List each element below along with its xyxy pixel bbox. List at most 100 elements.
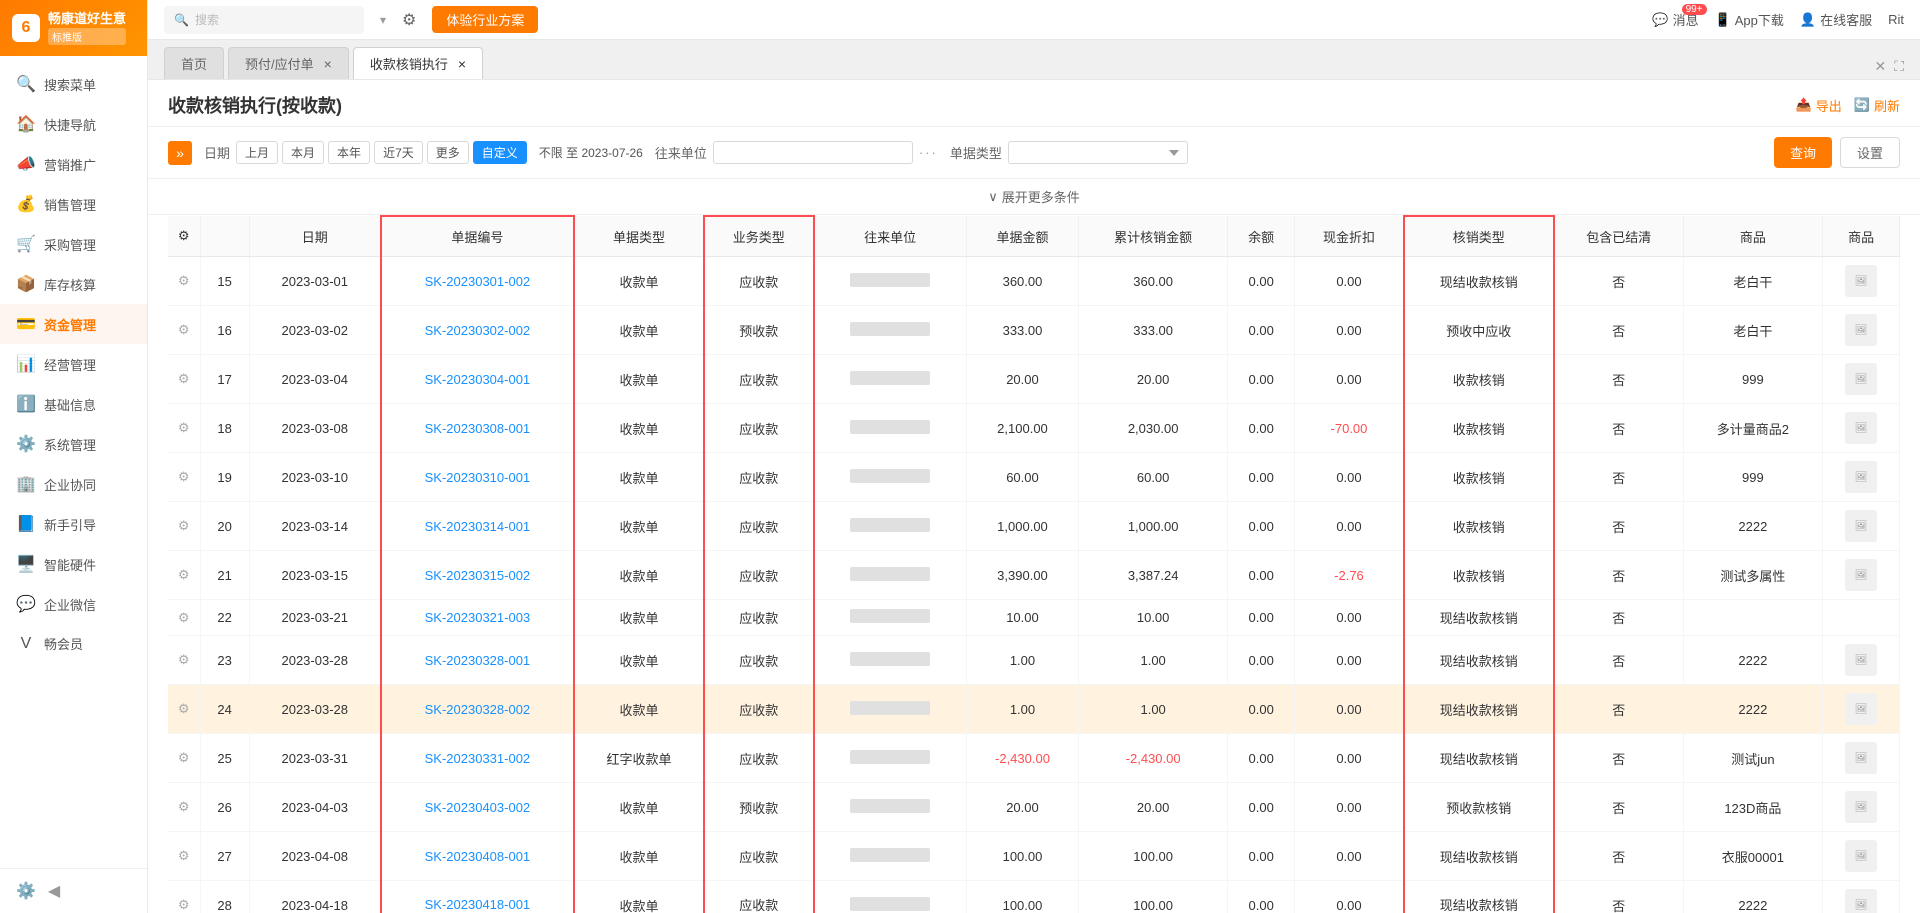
bill-no-link[interactable]: SK-20230418-001 <box>425 897 531 912</box>
dropdown-arrow-icon[interactable]: ▾ <box>380 13 386 27</box>
date-more-btn[interactable]: 更多 <box>427 141 469 164</box>
cell-gear[interactable]: ⚙ <box>168 404 200 453</box>
cell-bill-no: SK-20230328-002 <box>381 685 574 734</box>
cell-index: 21 <box>200 551 249 600</box>
cell-gear[interactable]: ⚙ <box>168 257 200 306</box>
bill-no-link[interactable]: SK-20230304-001 <box>425 372 531 387</box>
gear-icon[interactable]: ⚙ <box>402 10 416 30</box>
bill-no-link[interactable]: SK-20230310-001 <box>425 470 531 485</box>
sidebar-item-member[interactable]: V畅会员 <box>0 624 147 663</box>
refresh-button[interactable]: 🔄 刷新 <box>1854 96 1900 115</box>
cell-gear[interactable]: ⚙ <box>168 453 200 502</box>
filter-toggle-button[interactable]: » <box>168 141 192 165</box>
cell-gear[interactable]: ⚙ <box>168 355 200 404</box>
bill-no-link[interactable]: SK-20230403-002 <box>425 800 531 815</box>
cell-biz-type: 应收款 <box>704 551 814 600</box>
filter-settings-button[interactable]: 设置 <box>1840 137 1900 168</box>
sidebar-item-marketing[interactable]: 📣营销推广 <box>0 144 147 184</box>
sidebar-item-guide[interactable]: 📘新手引导 <box>0 504 147 544</box>
online-service-link[interactable]: 👤 在线客服 <box>1800 10 1872 29</box>
sidebar-item-quicknav[interactable]: 🏠快捷导航 <box>0 104 147 144</box>
sidebar-item-corp[interactable]: 🏢企业协同 <box>0 464 147 504</box>
date-last-month-btn[interactable]: 上月 <box>236 141 278 164</box>
tab-home[interactable]: 首页 <box>164 47 224 79</box>
sidebar-item-inventory[interactable]: 📦库存核算 <box>0 264 147 304</box>
cell-cash-discount: -2.76 <box>1295 551 1404 600</box>
cell-gear[interactable]: ⚙ <box>168 734 200 783</box>
cell-balance: 0.00 <box>1228 881 1295 913</box>
close-all-icon[interactable]: ✕ <box>1874 58 1886 75</box>
cell-cash-discount: 0.00 <box>1295 600 1404 636</box>
sidebar-item-search[interactable]: 🔍搜索菜单 <box>0 64 147 104</box>
cell-gear[interactable]: ⚙ <box>168 636 200 685</box>
sidebar-item-basic[interactable]: ℹ️基础信息 <box>0 384 147 424</box>
expand-more-button[interactable]: ∨ 展开更多条件 <box>148 183 1920 210</box>
sidebar-label-quicknav: 快捷导航 <box>44 115 96 134</box>
cell-gear[interactable]: ⚙ <box>168 551 200 600</box>
cell-partner <box>814 404 967 453</box>
sidebar-item-finance[interactable]: 💳资金管理 <box>0 304 147 344</box>
cell-cancel-type: 现结收款核销 <box>1404 734 1554 783</box>
cell-cancel-type: 现结收款核销 <box>1404 881 1554 913</box>
cell-gear[interactable]: ⚙ <box>168 783 200 832</box>
bill-type-filter-group: 单据类型 <box>950 141 1188 164</box>
bill-no-link[interactable]: SK-20230308-001 <box>425 421 531 436</box>
cell-bill-no: SK-20230328-001 <box>381 636 574 685</box>
sidebar-label-purchase: 采购管理 <box>44 235 96 254</box>
tab-collection[interactable]: 收款核销执行 × <box>353 47 483 79</box>
cell-cancel-type: 现结收款核销 <box>1404 832 1554 881</box>
sidebar-item-hardware[interactable]: 🖥️智能硬件 <box>0 544 147 584</box>
col-header-gear[interactable]: ⚙ <box>168 216 200 257</box>
date-this-year-btn[interactable]: 本年 <box>328 141 370 164</box>
bill-no-link[interactable]: SK-20230328-002 <box>425 702 531 717</box>
bill-no-link[interactable]: SK-20230314-001 <box>425 519 531 534</box>
sidebar: 6 畅康道好生意 标推版 🔍搜索菜单🏠快捷导航📣营销推广💰销售管理🛒采购管理📦库… <box>0 0 148 913</box>
bill-no-link[interactable]: SK-20230328-001 <box>425 653 531 668</box>
messages-button[interactable]: 💬 消息 99+ <box>1652 10 1698 29</box>
cell-gear[interactable]: ⚙ <box>168 685 200 734</box>
cell-gear[interactable]: ⚙ <box>168 832 200 881</box>
query-button[interactable]: 查询 <box>1774 137 1832 168</box>
bill-no-link[interactable]: SK-20230302-002 <box>425 323 531 338</box>
tab-payable[interactable]: 预付/应付单 × <box>228 47 349 79</box>
maximize-icon[interactable]: ⛶ <box>1894 58 1904 75</box>
partner-input[interactable] <box>713 141 913 164</box>
date-7days-btn[interactable]: 近7天 <box>374 141 423 164</box>
cell-bill-no: SK-20230310-001 <box>381 453 574 502</box>
sidebar-item-purchase[interactable]: 🛒采购管理 <box>0 224 147 264</box>
bill-no-link[interactable]: SK-20230321-003 <box>425 610 531 625</box>
bill-no-link[interactable]: SK-20230315-002 <box>425 568 531 583</box>
cell-include-settled: 否 <box>1554 404 1683 453</box>
sidebar-item-system[interactable]: ⚙️系统管理 <box>0 424 147 464</box>
goods-thumbnail: 🖼 <box>1845 461 1877 493</box>
settings-icon[interactable]: ⚙️ <box>16 881 36 901</box>
cell-biz-type: 应收款 <box>704 355 814 404</box>
date-custom-btn[interactable]: 自定义 <box>473 141 527 164</box>
collapse-icon[interactable]: ◀ <box>48 881 60 901</box>
export-button[interactable]: 📤 导出 <box>1796 96 1842 115</box>
cell-gear[interactable]: ⚙ <box>168 600 200 636</box>
cell-bill-no: SK-20230408-001 <box>381 832 574 881</box>
date-this-month-btn[interactable]: 本月 <box>282 141 324 164</box>
sidebar-item-operations[interactable]: 📊经营管理 <box>0 344 147 384</box>
cell-bill-type: 收款单 <box>574 404 704 453</box>
sidebar-icon-inventory: 📦 <box>16 274 36 294</box>
bill-no-link[interactable]: SK-20230301-002 <box>425 274 531 289</box>
sidebar-item-wechat[interactable]: 💬企业微信 <box>0 584 147 624</box>
tab-collection-close-icon[interactable]: × <box>458 56 466 72</box>
user-profile[interactable]: Rit <box>1888 12 1904 27</box>
search-icon: 🔍 <box>174 13 189 27</box>
cell-bill-type: 收款单 <box>574 881 704 913</box>
industry-solution-button[interactable]: 体验行业方案 <box>432 6 538 33</box>
topbar-search[interactable]: 🔍 搜索 <box>164 6 364 34</box>
cell-gear[interactable]: ⚙ <box>168 306 200 355</box>
cell-gear[interactable]: ⚙ <box>168 502 200 551</box>
app-download-link[interactable]: 📱 App下载 <box>1715 10 1784 29</box>
bill-no-link[interactable]: SK-20230331-002 <box>425 751 531 766</box>
cell-gear[interactable]: ⚙ <box>168 881 200 913</box>
cell-cancel-type: 预收款核销 <box>1404 783 1554 832</box>
sidebar-item-sales[interactable]: 💰销售管理 <box>0 184 147 224</box>
bill-type-select[interactable] <box>1008 141 1188 164</box>
tab-payable-close-icon[interactable]: × <box>324 56 332 72</box>
bill-no-link[interactable]: SK-20230408-001 <box>425 849 531 864</box>
